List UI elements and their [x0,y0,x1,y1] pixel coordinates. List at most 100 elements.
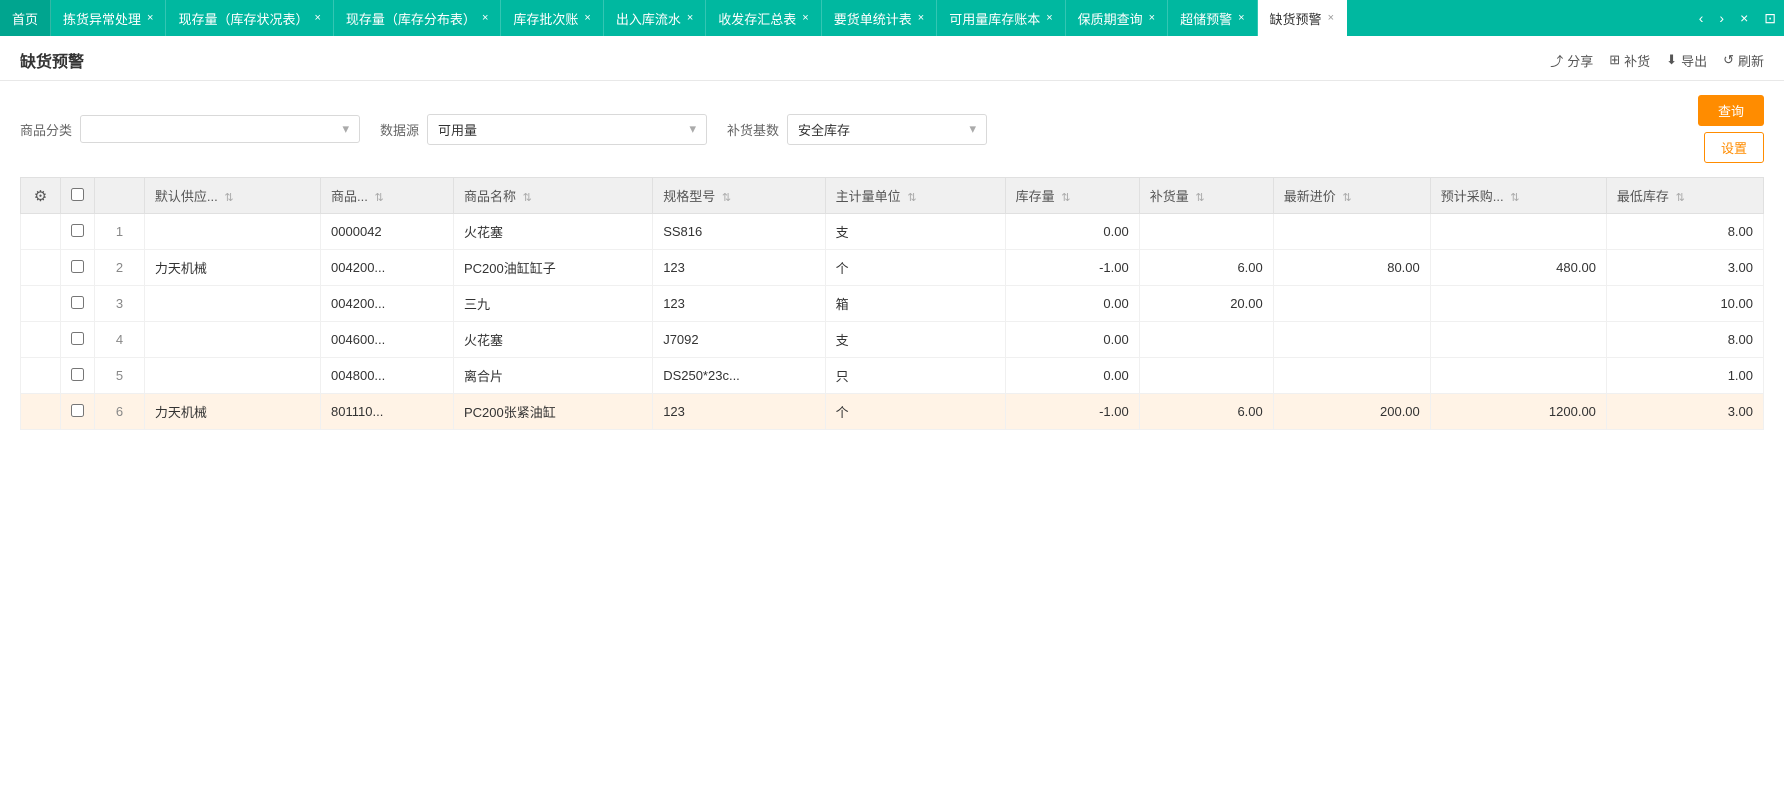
refresh-button[interactable]: ↺ 刷新 [1723,51,1764,70]
close-tab-batch[interactable]: × [584,12,590,24]
nav-tab-stock-dist[interactable]: 现存量（库存分布表） × [334,0,501,36]
close-tab-expiry[interactable]: × [1149,12,1155,24]
th-min-stock[interactable]: 最低库存 ⇅ [1606,178,1763,214]
cell-check[interactable] [61,358,95,394]
row-checkbox[interactable] [71,332,84,345]
filter-actions: 查询 设置 [1698,95,1764,163]
page-header: 缺货预警 ⤴ 分享 ⊞ 补货 ⬇ 导出 ↺ 刷新 [0,36,1784,81]
cell-latest-price [1273,322,1430,358]
cell-goods-code: 004200... [321,286,454,322]
close-tab-available-ledger[interactable]: × [1046,12,1052,24]
cell-supplier [144,214,320,250]
th-est-purchase[interactable]: 预计采购... ⇅ [1430,178,1606,214]
nav-tab-receive-summary[interactable]: 收发存汇总表 × [706,0,821,36]
cell-goods-name: PC200张紧油缸 [453,394,652,430]
cell-spec: SS816 [653,214,825,250]
sort-supplier-icon: ⇅ [224,191,233,204]
nav-tab-inout-flow[interactable]: 出入库流水 × [604,0,706,36]
nav-controls: ‹ › × ⊡ [1691,10,1784,27]
share-button[interactable]: ⤴ 分享 [1550,51,1593,70]
select-all-checkbox[interactable] [71,188,84,201]
nav-tab-exception[interactable]: 拣货异常处理 × [51,0,166,36]
row-checkbox[interactable] [71,404,84,417]
close-tab-stock-status[interactable]: × [314,12,320,24]
nav-tab-stock-status[interactable]: 现存量（库存状况表） × [166,0,333,36]
close-tab-receive-summary[interactable]: × [802,12,808,24]
th-unit[interactable]: 主计量单位 ⇅ [825,178,1005,214]
close-tab-shortage[interactable]: × [1328,12,1334,24]
row-checkbox[interactable] [71,260,84,273]
top-nav: 首页 拣货异常处理 × 现存量（库存状况表） × 现存量（库存分布表） × 库存… [0,0,1784,36]
th-goods-code[interactable]: 商品... ⇅ [321,178,454,214]
nav-tab-shortage[interactable]: 缺货预警 × [1258,0,1347,36]
query-button[interactable]: 查询 [1698,95,1764,126]
nav-fullscreen-btn[interactable]: ⊡ [1756,10,1784,27]
cell-replenish [1139,322,1273,358]
header-actions: ⤴ 分享 ⊞ 补货 ⬇ 导出 ↺ 刷新 [1550,51,1764,70]
replenish-base-select[interactable]: 安全库存 ▾ [787,114,987,145]
th-check[interactable] [61,178,95,214]
row-checkbox[interactable] [71,296,84,309]
nav-tab-order-stat[interactable]: 要货单统计表 × [822,0,937,36]
filter-datasource: 数据源 可用量 ▾ [380,114,707,145]
close-tab-stock-dist[interactable]: × [482,12,488,24]
cell-replenish: 6.00 [1139,394,1273,430]
nav-tab-expiry[interactable]: 保质期查询 × [1066,0,1168,36]
cell-settings [21,394,61,430]
category-select[interactable]: ▾ [80,115,360,143]
close-tab-exception[interactable]: × [147,12,153,24]
th-spec[interactable]: 规格型号 ⇅ [653,178,825,214]
cell-latest-price: 200.00 [1273,394,1430,430]
th-goods-name[interactable]: 商品名称 ⇅ [453,178,652,214]
cell-check[interactable] [61,214,95,250]
nav-close-btn[interactable]: × [1732,10,1756,26]
nav-tab-available-ledger[interactable]: 可用量库存账本 × [937,0,1065,36]
close-tab-overstock[interactable]: × [1238,12,1244,24]
cell-stock: -1.00 [1005,250,1139,286]
nav-next-btn[interactable]: › [1711,10,1732,26]
close-tab-order-stat[interactable]: × [918,12,924,24]
cell-goods-name: 离合片 [453,358,652,394]
sort-unit-icon: ⇅ [907,191,916,204]
datasource-label: 数据源 [380,120,419,139]
cell-check[interactable] [61,250,95,286]
table-container: ⚙ 默认供应... ⇅ 商品... ⇅ 商品名称 [0,177,1784,430]
table-row: 2 力天机械 004200... PC200油缸缸子 123 个 -1.00 6… [21,250,1764,286]
nav-prev-btn[interactable]: ‹ [1691,10,1712,26]
cell-supplier [144,322,320,358]
th-latest-price[interactable]: 最新进价 ⇅ [1273,178,1430,214]
cell-latest-price [1273,286,1430,322]
gear-icon[interactable]: ⚙ [34,188,47,205]
cell-seq: 2 [95,250,145,286]
datasource-arrow-icon: ▾ [690,121,697,137]
replenish-button[interactable]: ⊞ 补货 [1609,51,1650,70]
row-checkbox[interactable] [71,368,84,381]
th-supplier[interactable]: 默认供应... ⇅ [144,178,320,214]
cell-check[interactable] [61,286,95,322]
close-tab-inout-flow[interactable]: × [687,12,693,24]
settings-button[interactable]: 设置 [1704,132,1764,163]
cell-est-purchase: 1200.00 [1430,394,1606,430]
nav-tab-home[interactable]: 首页 [0,0,51,36]
th-stock[interactable]: 库存量 ⇅ [1005,178,1139,214]
th-settings[interactable]: ⚙ [21,178,61,214]
cell-spec: DS250*23c... [653,358,825,394]
th-replenish[interactable]: 补货量 ⇅ [1139,178,1273,214]
replenish-base-arrow-icon: ▾ [970,121,977,137]
cell-seq: 6 [95,394,145,430]
export-button[interactable]: ⬇ 导出 [1666,51,1707,70]
cell-min-stock: 1.00 [1606,358,1763,394]
table-header-row: ⚙ 默认供应... ⇅ 商品... ⇅ 商品名称 [21,178,1764,214]
row-checkbox[interactable] [71,224,84,237]
sort-goods-name-icon: ⇅ [523,191,532,204]
datasource-select[interactable]: 可用量 ▾ [427,114,707,145]
cell-check[interactable] [61,322,95,358]
cell-supplier: 力天机械 [144,394,320,430]
cell-check[interactable] [61,394,95,430]
cell-supplier [144,358,320,394]
nav-tab-overstock[interactable]: 超储预警 × [1168,0,1257,36]
cell-replenish: 20.00 [1139,286,1273,322]
cell-goods-name: 三九 [453,286,652,322]
nav-tab-batch[interactable]: 库存批次账 × [501,0,603,36]
table-row: 3 004200... 三九 123 箱 0.00 20.00 10.00 [21,286,1764,322]
